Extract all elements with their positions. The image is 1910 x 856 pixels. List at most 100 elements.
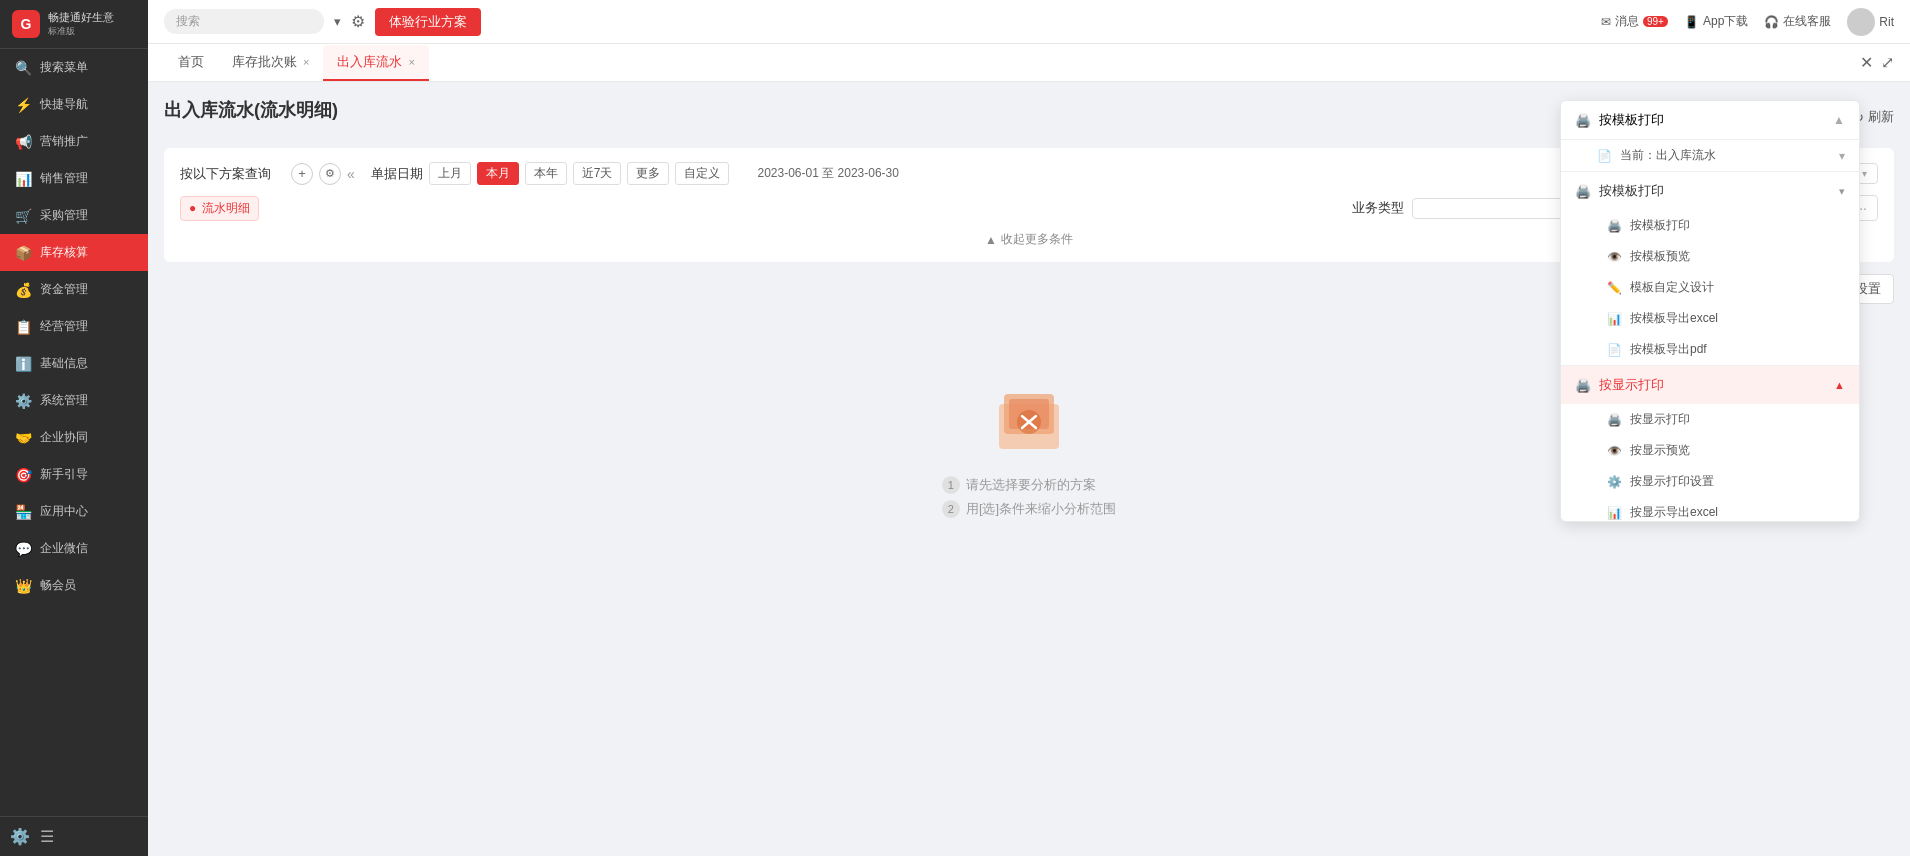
dropdown-sub-template-excel[interactable]: 📊 按模板导出excel — [1561, 303, 1859, 334]
sidebar-item-label: 搜索菜单 — [40, 59, 88, 76]
date-current-year-btn[interactable]: 本年 — [525, 162, 567, 185]
sub-print-icon: 🖨️ — [1607, 219, 1622, 233]
tab-home[interactable]: 首页 — [164, 45, 218, 81]
business-type-label: 业务类型 — [1352, 199, 1404, 217]
filter-collapse-btn[interactable]: « — [347, 166, 355, 182]
sidebar-menu-btn[interactable]: ☰ — [40, 827, 54, 846]
tab-flow-label: 出入库流水 — [337, 53, 402, 71]
message-icon: ✉ — [1601, 15, 1611, 29]
date-prev-month-btn[interactable]: 上月 — [429, 162, 471, 185]
sidebar-item-label: 应用中心 — [40, 503, 88, 520]
sidebar-item-finance[interactable]: 💰 资金管理 — [0, 271, 148, 308]
dropdown-sub-display-settings[interactable]: ⚙️ 按显示打印设置 — [1561, 466, 1859, 497]
sidebar-item-shortcut[interactable]: ⚡ 快捷导航 — [0, 86, 148, 123]
search-dropdown-arrow[interactable]: ▾ — [334, 14, 341, 29]
message-btn[interactable]: ✉ 消息 99+ — [1601, 13, 1668, 30]
template-section-arrow: ▾ — [1839, 185, 1845, 198]
page-title: 出入库流水(流水明细) — [164, 98, 338, 122]
dropdown-header: 🖨️ 按模板打印 ▲ — [1561, 101, 1859, 140]
industry-btn[interactable]: 体验行业方案 — [375, 8, 481, 36]
sidebar-item-purchase[interactable]: 🛒 采购管理 — [0, 197, 148, 234]
tab-close-all-btn[interactable]: ✕ — [1860, 53, 1873, 72]
tabbar: 首页 库存批次账 × 出入库流水 × ✕ ⤢ — [148, 44, 1910, 82]
date-current-month-btn[interactable]: 本月 — [477, 162, 519, 185]
app-logo: G 畅捷通好生意 标准版 — [0, 0, 148, 49]
dropdown-title-block: 🖨️ 按模板打印 — [1575, 111, 1664, 129]
empty-tip-1: 1 请先选择要分析的方案 — [942, 476, 1116, 494]
topbar-left: 搜索 ▾ ⚙ 体验行业方案 — [164, 8, 481, 36]
filter-settings-btn[interactable]: ⚙ — [319, 163, 341, 185]
date-label: 单据日期 — [371, 165, 423, 183]
sidebar-item-label: 库存核算 — [40, 244, 88, 261]
template-print-icon: 🖨️ — [1575, 184, 1591, 199]
megaphone-icon: 📢 — [14, 134, 32, 150]
sidebar-item-label: 企业协同 — [40, 429, 88, 446]
logo-icon: G — [12, 10, 40, 38]
display-section-arrow: ▲ — [1834, 379, 1845, 391]
search-bar[interactable]: 搜索 — [164, 9, 324, 34]
display-print-section[interactable]: 🖨️ 按显示打印 ▲ — [1561, 366, 1859, 404]
sidebar-item-wechat[interactable]: 💬 企业微信 — [0, 530, 148, 567]
topbar-gear-icon[interactable]: ⚙ — [351, 12, 365, 31]
print-panel-icon: 🖨️ — [1575, 113, 1591, 128]
dropdown-title: 按模板打印 — [1599, 111, 1664, 129]
sidebar-item-guide[interactable]: 🎯 新手引导 — [0, 456, 148, 493]
app-name-block: 畅捷通好生意 标准版 — [48, 10, 114, 37]
headset-icon: 🎧 — [1764, 15, 1779, 29]
dropdown-sub-display-preview[interactable]: 👁️ 按显示预览 — [1561, 435, 1859, 466]
sidebar-settings-btn[interactable]: ⚙️ — [10, 827, 30, 846]
tab-batch-account[interactable]: 库存批次账 × — [218, 45, 323, 81]
chart-icon: 📊 — [14, 171, 32, 187]
dropdown-sub-display-excel[interactable]: 📊 按显示导出excel — [1561, 497, 1859, 521]
sidebar-item-basic[interactable]: ℹ️ 基础信息 — [0, 345, 148, 382]
dropdown-sub-template-print[interactable]: 🖨️ 按模板打印 — [1561, 210, 1859, 241]
tip-text-2: 用[选]条件来缩小分析范围 — [966, 500, 1116, 518]
user-avatar-block[interactable]: Rit — [1847, 8, 1894, 36]
template-print-section[interactable]: 🖨️ 按模板打印 ▾ — [1561, 172, 1859, 210]
current-template-label: 当前：出入库流水 — [1620, 147, 1716, 164]
user-name: Rit — [1879, 15, 1894, 29]
dropdown-sub-template-pdf[interactable]: 📄 按模板导出pdf — [1561, 334, 1859, 365]
crown-icon: 👑 — [14, 578, 32, 594]
sidebar-item-sales[interactable]: 📊 销售管理 — [0, 160, 148, 197]
date-range-display: 2023-06-01 至 2023-06-30 — [757, 165, 898, 182]
sub-preview-icon: 👁️ — [1607, 250, 1622, 264]
display-sub-print-label: 按显示打印 — [1630, 411, 1690, 428]
sidebar-item-label: 经营管理 — [40, 318, 88, 335]
date-more-btn[interactable]: 更多 — [627, 162, 669, 185]
sidebar-item-member[interactable]: 👑 畅会员 — [0, 567, 148, 604]
tip-text-1: 请先选择要分析的方案 — [966, 476, 1096, 494]
sidebar-item-app-center[interactable]: 🏪 应用中心 — [0, 493, 148, 530]
dropdown-sub-display-print[interactable]: 🖨️ 按显示打印 — [1561, 404, 1859, 435]
sidebar-item-cooperation[interactable]: 🤝 企业协同 — [0, 419, 148, 456]
date-recent-7-btn[interactable]: 近7天 — [573, 162, 622, 185]
date-custom-btn[interactable]: 自定义 — [675, 162, 729, 185]
display-print-label: 按显示打印 — [1599, 376, 1664, 394]
display-sub-settings-icon: ⚙️ — [1607, 475, 1622, 489]
online-service-btn[interactable]: 🎧 在线客服 — [1764, 13, 1831, 30]
display-sub-print-icon: 🖨️ — [1607, 413, 1622, 427]
dropdown-sub-template-custom[interactable]: ✏️ 模板自定义设计 — [1561, 272, 1859, 303]
empty-tips: 1 请先选择要分析的方案 2 用[选]条件来缩小分析范围 — [942, 476, 1116, 518]
section-up-arrow[interactable]: ▲ — [1833, 113, 1845, 127]
tab-expand-btn[interactable]: ⤢ — [1881, 53, 1894, 72]
tab-flow[interactable]: 出入库流水 × — [323, 45, 428, 81]
sidebar-item-operation[interactable]: 📋 经营管理 — [0, 308, 148, 345]
sub-preview-label: 按模板预览 — [1630, 248, 1690, 265]
sub-pdf-icon: 📄 — [1607, 343, 1622, 357]
dropdown-current-template[interactable]: 📄 当前：出入库流水 ▾ — [1561, 140, 1859, 171]
sidebar-item-marketing[interactable]: 📢 营销推广 — [0, 123, 148, 160]
tab-batch-account-close[interactable]: × — [303, 56, 309, 68]
sub-print-label: 按模板打印 — [1630, 217, 1690, 234]
filter-add-btn[interactable]: + — [291, 163, 313, 185]
topbar-right: ✉ 消息 99+ 📱 App下载 🎧 在线客服 Rit — [1601, 8, 1894, 36]
app-download-btn[interactable]: 📱 App下载 — [1684, 13, 1748, 30]
gear-icon: ⚙️ — [14, 393, 32, 409]
dropdown-sub-template-preview[interactable]: 👁️ 按模板预览 — [1561, 241, 1859, 272]
sidebar-item-system[interactable]: ⚙️ 系统管理 — [0, 382, 148, 419]
sub-custom-label: 模板自定义设计 — [1630, 279, 1714, 296]
sidebar-item-inventory[interactable]: 📦 库存核算 — [0, 234, 148, 271]
tab-flow-close[interactable]: × — [408, 56, 414, 68]
sidebar-item-search[interactable]: 🔍 搜索菜单 — [0, 49, 148, 86]
print-dropdown-panel: 🖨️ 按模板打印 ▲ 📄 当前：出入库流水 ▾ 🖨️ 按模板打印 ▾ 🖨️ 按模… — [1560, 100, 1860, 522]
